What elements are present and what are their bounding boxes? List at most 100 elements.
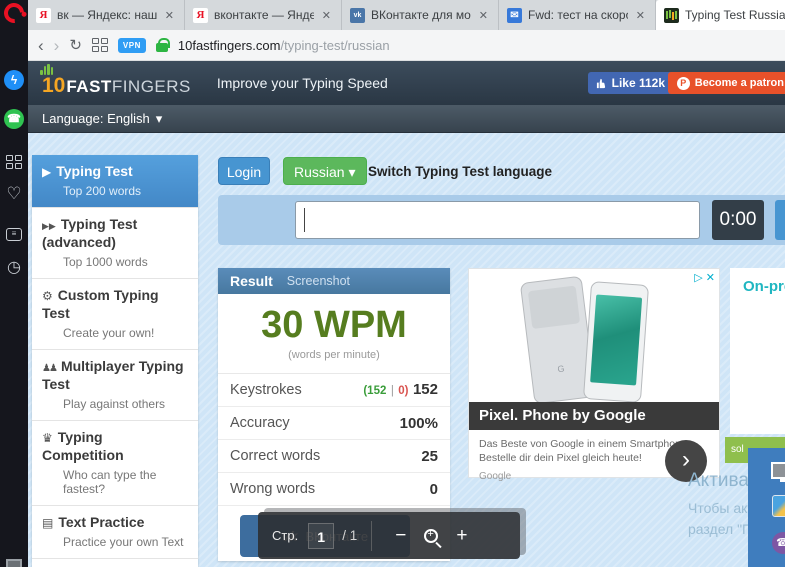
keystrokes-wrong: 0) xyxy=(398,385,409,397)
people-icon: ♟♟ xyxy=(42,363,58,374)
page-content: ▶ Typing Test Top 200 words ▶▶ Typing Test… xyxy=(28,133,785,567)
site-logo[interactable]: 10 FAST FINGERS xyxy=(40,64,191,98)
row-label: Correct words xyxy=(230,448,321,464)
wrong-words-row: Wrong words 0 xyxy=(218,473,450,506)
logo-fingers: FINGERS xyxy=(111,77,191,96)
become-patron-button[interactable]: P Become a patron xyxy=(667,72,785,94)
row-value: 100% xyxy=(399,414,438,432)
ad-phone-image xyxy=(469,269,719,402)
chevron-down-icon: ▾ xyxy=(348,164,356,180)
language-bar[interactable]: Language: English ▾ xyxy=(28,105,785,133)
result-panel-header: Result Screenshot xyxy=(218,268,450,294)
tab-close-icon[interactable]: ✕ xyxy=(163,9,176,22)
tab-result[interactable]: Result xyxy=(230,273,273,289)
screen: ϟ ☎ ♡ ≡ ◷ Я вк — Яндекс: нашёлся 31 ✕ Я … xyxy=(0,0,785,567)
computer-icon[interactable] xyxy=(771,462,785,482)
history-clock-icon[interactable]: ◷ xyxy=(0,258,28,278)
bottom-partial-icon[interactable] xyxy=(6,559,22,567)
zoom-magnifier-icon[interactable] xyxy=(424,528,439,543)
language-button-label: Russian xyxy=(294,164,345,180)
patron-label: Become a patron xyxy=(694,77,784,89)
sidebar-item-typing-test[interactable]: ▶ Typing Test Top 200 words xyxy=(32,155,198,207)
ad-close-icon[interactable]: ✕ xyxy=(706,272,715,284)
gears-icon: ⚙ xyxy=(42,289,53,303)
back-icon[interactable]: ‹ xyxy=(38,37,44,54)
viber-icon[interactable]: ☎ xyxy=(772,532,785,554)
url-path: /typing-test/russian xyxy=(280,37,390,53)
correct-words-row: Correct words 25 xyxy=(218,440,450,473)
tab-close-icon[interactable]: ✕ xyxy=(477,9,490,22)
chevron-down-icon: ▾ xyxy=(155,110,163,126)
play-icon: ▶ xyxy=(42,165,52,179)
row-label: Accuracy xyxy=(230,415,290,431)
google-ad[interactable]: ▷ ✕ Pixel. Phone by Google Das Beste von… xyxy=(468,268,720,482)
tab-vk-mobile[interactable]: vk ВКонтакте для мобильны ✕ xyxy=(342,0,499,30)
item-subtitle: Practice your own Text xyxy=(63,535,184,549)
messenger-icon[interactable]: ϟ xyxy=(0,70,28,90)
keystrokes-total: 152 xyxy=(412,381,438,398)
app-shortcut-icon[interactable] xyxy=(772,495,785,517)
ad-body: Das Beste von Google in einem Smartphone… xyxy=(469,430,719,489)
language-select-button[interactable]: Russian ▾ xyxy=(283,157,367,185)
speed-dial-icon[interactable] xyxy=(0,147,28,169)
keystrokes-row: Keystrokes (152 | 0) 152 xyxy=(218,374,450,407)
sidebar-item-text-practice[interactable]: ▤ Text Practice Practice your own Text xyxy=(32,505,198,558)
zoom-in-button[interactable]: + xyxy=(456,525,467,547)
tab-screenshot[interactable]: Screenshot xyxy=(287,274,350,288)
row-label: Keystrokes xyxy=(230,382,302,398)
tab-title: Typing Test Russian xyxy=(685,8,785,22)
secure-lock-icon[interactable] xyxy=(155,37,170,52)
tab-close-icon[interactable]: ✕ xyxy=(320,9,333,22)
tab-yandex-vkontakte[interactable]: Я вконтакте — Яндекс: наш ✕ xyxy=(185,0,342,30)
page-number-input[interactable]: 1 xyxy=(308,522,335,549)
hand-fingers-icon xyxy=(40,64,53,75)
restart-test-button[interactable]: ↻ xyxy=(775,200,785,240)
url-field[interactable]: 10fastfingers.com/typing-test/russian xyxy=(178,38,390,53)
page-zoom-toolbar: Стр. 1 / 1 − + xyxy=(258,512,520,559)
tab-mail-fwd[interactable]: ✉ Fwd: тест на скорость пе ✕ xyxy=(499,0,656,30)
tab-close-icon[interactable]: ✕ xyxy=(634,9,647,22)
tab-title: ВКонтакте для мобильны xyxy=(371,8,471,22)
url-domain: 10fastfingers.com xyxy=(177,37,281,53)
switch-language-text: Switch Typing Test language xyxy=(368,164,553,179)
sidebar-item-top-1000[interactable]: ▂▄▆Top 1000 Unlock the Top 1000 words of… xyxy=(32,558,198,567)
sidebar-item-typing-competition[interactable]: ♛ Typing Competition Who can type the fas… xyxy=(32,420,198,505)
row-label: Wrong words xyxy=(230,481,316,497)
news-icon[interactable]: ≡ xyxy=(0,222,28,242)
item-title: Text Practice xyxy=(58,514,145,530)
facebook-like-button[interactable]: Like 112k xyxy=(587,72,673,94)
fast-forward-icon: ▶▶ xyxy=(42,221,56,231)
tab-yandex-vk[interactable]: Я вк — Яндекс: нашёлся 31 ✕ xyxy=(28,0,185,30)
typing-input-band: 0:00 ↻ xyxy=(218,195,785,245)
like-label: Like 112k xyxy=(611,76,665,90)
right-ad-card[interactable]: On-pre xyxy=(730,268,785,434)
desktop-strip: ☎ xyxy=(748,448,785,567)
adchoices-icon[interactable]: ▷ xyxy=(694,272,702,284)
tab-title: Fwd: тест на скорость пе xyxy=(528,8,628,22)
sidebar-item-custom-typing-test[interactable]: ⚙ Custom Typing Test Create your own! xyxy=(32,278,198,349)
typing-input-wrap xyxy=(295,201,700,239)
timer-display: 0:00 xyxy=(712,200,764,240)
tab-menu-icon[interactable] xyxy=(91,38,108,52)
right-ad-heading: On-pre xyxy=(743,278,785,295)
typing-input[interactable] xyxy=(295,201,700,239)
tab-typing-test-active[interactable]: Typing Test Russian xyxy=(656,0,785,30)
tab-bar: Я вк — Яндекс: нашёлся 31 ✕ Я вконтакте … xyxy=(28,0,785,30)
yandex-favicon: Я xyxy=(36,7,51,23)
forward-icon[interactable]: › xyxy=(54,37,60,54)
reload-icon[interactable]: ↻ xyxy=(69,36,82,54)
login-button[interactable]: Login xyxy=(218,157,270,185)
logo-fast: FAST xyxy=(66,77,112,96)
vpn-badge[interactable]: VPN xyxy=(117,37,146,53)
zoom-out-button[interactable]: − xyxy=(395,525,406,547)
adchoices-close[interactable]: ▷ ✕ xyxy=(694,271,715,284)
phone-front-image xyxy=(582,281,650,402)
sidebar-item-typing-test-advanced[interactable]: ▶▶ Typing Test (advanced) Top 1000 words xyxy=(32,207,198,278)
address-bar: ‹ › ↻ VPN 10fastfingers.com/typing-test/… xyxy=(28,30,785,61)
item-subtitle: Who can type the fastest? xyxy=(63,468,157,496)
sidebar-item-multiplayer[interactable]: ♟♟ Multiplayer Typing Test Play against o… xyxy=(32,349,198,420)
whatsapp-icon[interactable]: ☎ xyxy=(0,108,28,129)
opera-logo-icon[interactable] xyxy=(0,0,29,28)
bookmarks-heart-icon[interactable]: ♡ xyxy=(0,184,28,204)
site-header: 10 FAST FINGERS Improve your Typing Speed … xyxy=(28,61,785,105)
